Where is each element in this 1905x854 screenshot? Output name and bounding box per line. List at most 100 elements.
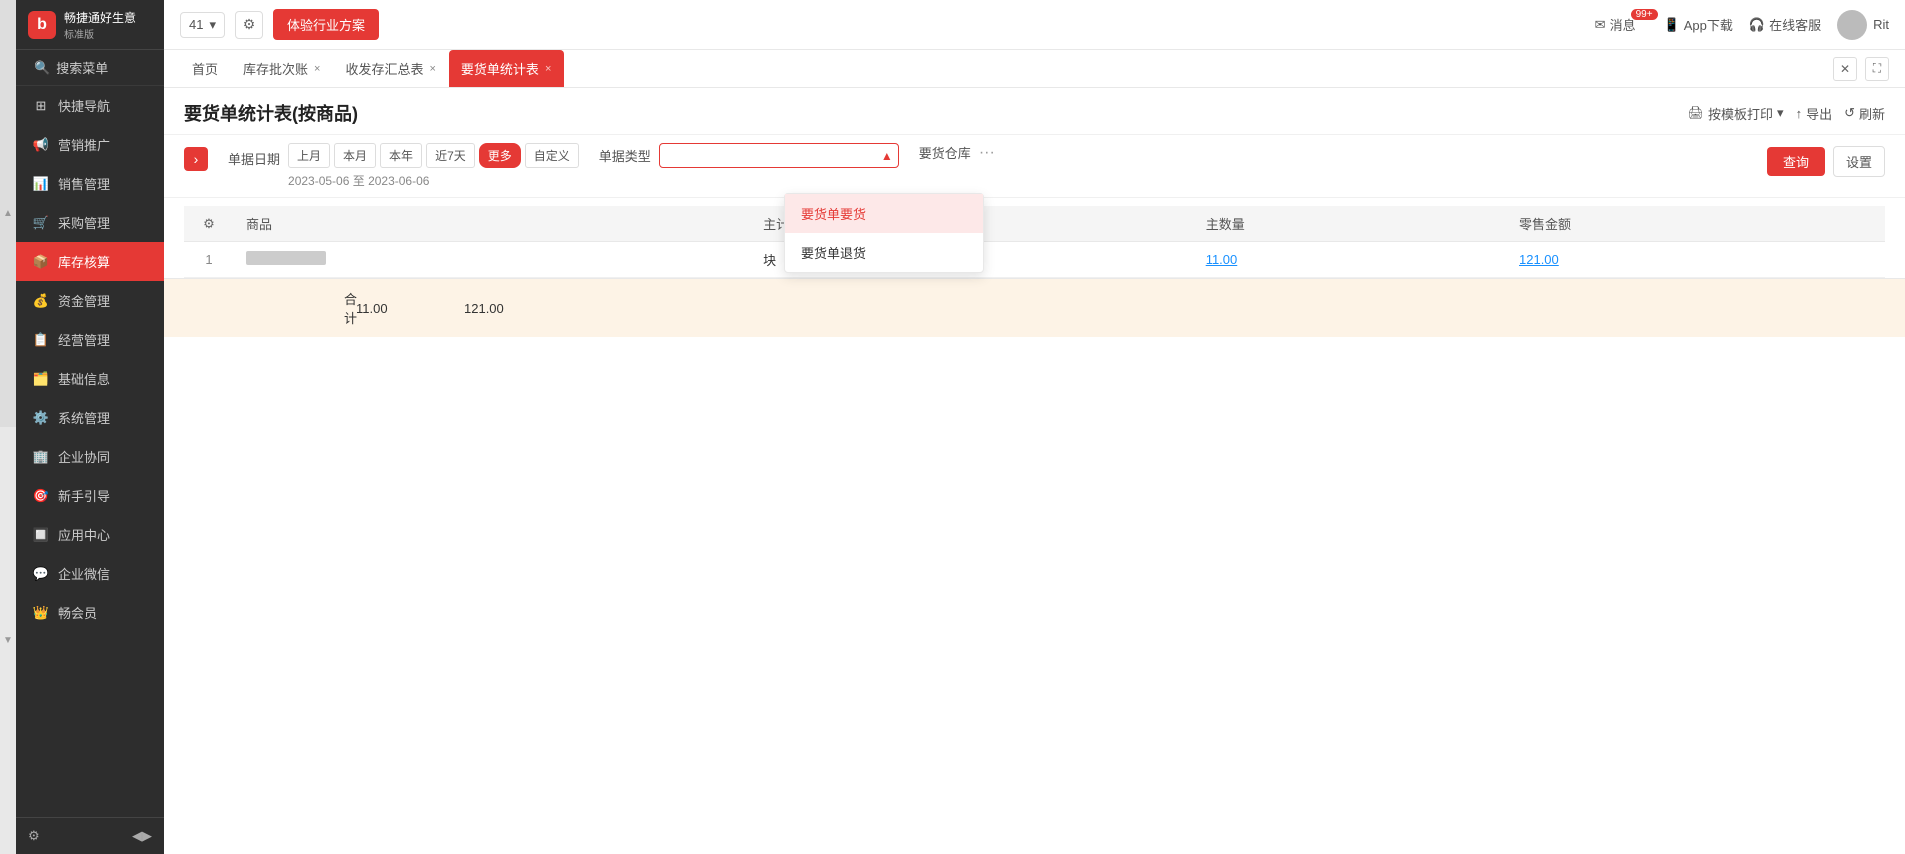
date-buttons: 上月 本月 本年 近7天 更多 自定义 bbox=[288, 143, 579, 168]
tab-inventory-batch-close[interactable]: × bbox=[314, 63, 320, 75]
print-chevron-icon: ▾ bbox=[1777, 105, 1784, 121]
type-filter-section: 单据类型 ▲ bbox=[599, 143, 899, 168]
topbar-settings-btn[interactable]: ⚙ bbox=[235, 11, 263, 39]
date-filter-label: 单据日期 bbox=[228, 149, 280, 168]
app-download-label: App下载 bbox=[1684, 15, 1733, 34]
amount-link[interactable]: 121.00 bbox=[1519, 252, 1559, 267]
sidebar-item-sales[interactable]: 📊 销售管理 bbox=[16, 164, 164, 203]
scroll-up-arrow[interactable]: ▲ bbox=[0, 0, 16, 427]
chevron-down-icon: ▾ bbox=[209, 17, 216, 33]
sidebar-collapse-icon[interactable]: ◀▶ bbox=[132, 828, 152, 844]
dropdown-item-label: 要货单要货 bbox=[801, 207, 866, 222]
query-btn[interactable]: 查询 bbox=[1767, 147, 1825, 176]
print-btn[interactable]: 🖨 按模板打印 ▾ bbox=[1688, 104, 1784, 123]
date-btn-last-month[interactable]: 上月 bbox=[288, 143, 330, 168]
export-icon: ↑ bbox=[1796, 106, 1803, 121]
company-selector[interactable]: 41 ▾ bbox=[180, 12, 225, 38]
sidebar-item-inventory[interactable]: 📦 库存核算 bbox=[16, 242, 164, 281]
dropdown-item-requisition-order[interactable]: 要货单要货 bbox=[785, 194, 983, 233]
table-container: ⚙ 商品 主计量单位 主数量 零售金额 1 块 bbox=[164, 206, 1905, 278]
industry-plan-btn[interactable]: 体验行业方案 bbox=[273, 9, 379, 40]
tab-expand-btn[interactable]: ⛶ bbox=[1865, 57, 1889, 81]
date-btn-this-year[interactable]: 本年 bbox=[380, 143, 422, 168]
sidebar-item-label: 企业微信 bbox=[58, 564, 110, 583]
tab-home[interactable]: 首页 bbox=[180, 50, 231, 87]
refresh-icon: ↺ bbox=[1844, 105, 1855, 121]
finance-icon: 💰 bbox=[32, 292, 50, 310]
messages-btn[interactable]: ✉ 消息 99+ bbox=[1595, 15, 1648, 34]
sidebar: b 畅捷通好生意 标准版 🔍 搜索菜单 ⊞ 快捷导航 📢 营销推广 📊 销售管理… bbox=[16, 0, 164, 854]
footer-label: 合计 bbox=[184, 289, 344, 327]
type-dropdown: 要货单要货 要货单退货 bbox=[784, 193, 984, 273]
sidebar-item-apps[interactable]: 🔲 应用中心 bbox=[16, 515, 164, 554]
tab-receivable-summary-close[interactable]: × bbox=[429, 63, 435, 75]
sidebar-item-system[interactable]: ⚙️ 系统管理 bbox=[16, 398, 164, 437]
main-area: 41 ▾ ⚙ 体验行业方案 ✉ 消息 99+ 📱 App下载 🎧 在线客服 bbox=[164, 0, 1905, 854]
tab-requisition-stats-close[interactable]: × bbox=[545, 63, 551, 75]
app-download-btn[interactable]: 📱 App下载 bbox=[1664, 15, 1733, 34]
wechat-icon: 💬 bbox=[32, 565, 50, 583]
avatar bbox=[1837, 10, 1867, 40]
warehouse-more-icon[interactable]: ··· bbox=[979, 144, 995, 162]
date-btn-this-month[interactable]: 本月 bbox=[334, 143, 376, 168]
tabs-bar: 首页 库存批次账 × 收发存汇总表 × 要货单统计表 × ✕ ⛶ bbox=[164, 50, 1905, 88]
tab-inventory-batch[interactable]: 库存批次账 × bbox=[231, 50, 333, 87]
sidebar-item-purchase[interactable]: 🛒 采购管理 bbox=[16, 203, 164, 242]
tab-close-all-btn[interactable]: ✕ bbox=[1833, 57, 1857, 81]
tab-receivable-summary[interactable]: 收发存汇总表 × bbox=[333, 50, 448, 87]
sidebar-item-enterprise[interactable]: 🏢 企业协同 bbox=[16, 437, 164, 476]
sidebar-item-wechat[interactable]: 💬 企业微信 bbox=[16, 554, 164, 593]
online-service-btn[interactable]: 🎧 在线客服 bbox=[1749, 15, 1821, 34]
col-header-settings[interactable]: ⚙ bbox=[184, 206, 234, 242]
user-avatar-btn[interactable]: Rit bbox=[1837, 10, 1889, 40]
refresh-btn[interactable]: ↺ 刷新 bbox=[1844, 104, 1885, 123]
export-btn[interactable]: ↑ 导出 bbox=[1796, 104, 1833, 123]
date-btn-7days[interactable]: 近7天 bbox=[426, 143, 475, 168]
filter-actions: 查询 设置 bbox=[1767, 146, 1885, 177]
search-menu[interactable]: 🔍 搜索菜单 bbox=[16, 50, 164, 86]
warehouse-filter-section: 要货仓库 ··· bbox=[919, 143, 995, 162]
app-sub: 标准版 bbox=[64, 26, 136, 41]
scroll-down-arrow[interactable]: ▼ bbox=[0, 427, 16, 854]
sidebar-item-member[interactable]: 👑 畅会员 bbox=[16, 593, 164, 632]
sidebar-item-finance[interactable]: 💰 资金管理 bbox=[16, 281, 164, 320]
sidebar-logo: b 畅捷通好生意 标准版 bbox=[16, 0, 164, 50]
dropdown-item-requisition-return[interactable]: 要货单退货 bbox=[785, 233, 983, 272]
sidebar-item-marketing[interactable]: 📢 营销推广 bbox=[16, 125, 164, 164]
gear-icon: ⚙ bbox=[243, 16, 256, 33]
sidebar-item-label: 快捷导航 bbox=[58, 96, 110, 115]
date-btn-more[interactable]: 更多 bbox=[479, 143, 521, 168]
filter-expand-btn[interactable]: › bbox=[184, 147, 208, 171]
date-btn-custom[interactable]: 自定义 bbox=[525, 143, 579, 168]
filter-settings-btn[interactable]: 设置 bbox=[1833, 146, 1885, 177]
sidebar-item-label: 营销推广 bbox=[58, 135, 110, 154]
enterprise-icon: 🏢 bbox=[32, 448, 50, 466]
purchase-icon: 🛒 bbox=[32, 214, 50, 232]
quantity-link[interactable]: 11.00 bbox=[1206, 252, 1238, 267]
product-name-blurred bbox=[246, 251, 326, 265]
tabs-actions: ✕ ⛶ bbox=[1833, 57, 1889, 81]
col-header-product: 商品 bbox=[234, 206, 751, 242]
sidebar-item-guide[interactable]: 🎯 新手引导 bbox=[16, 476, 164, 515]
dropdown-item-label: 要货单退货 bbox=[801, 246, 866, 261]
type-input-chevron-icon[interactable]: ▲ bbox=[881, 149, 893, 163]
date-range-display: 2023-05-06 至 2023-06-06 bbox=[288, 172, 579, 189]
sidebar-item-base[interactable]: 🗂️ 基础信息 bbox=[16, 359, 164, 398]
cell-quantity: 11.00 bbox=[1194, 242, 1507, 278]
sidebar-item-quick-nav[interactable]: ⊞ 快捷导航 bbox=[16, 86, 164, 125]
filter-bar: › 单据日期 上月 本月 本年 近7天 更多 自定义 2023-05-06 至 … bbox=[164, 134, 1905, 198]
type-input-field[interactable] bbox=[659, 143, 899, 168]
warehouse-filter-label: 要货仓库 bbox=[919, 143, 971, 162]
table-row: 1 块 11.00 121.00 bbox=[184, 242, 1885, 278]
sidebar-settings-icon[interactable]: ⚙ bbox=[28, 828, 40, 844]
cell-amount: 121.00 bbox=[1507, 242, 1885, 278]
col-header-amount: 零售金额 bbox=[1507, 206, 1885, 242]
sidebar-item-label: 企业协同 bbox=[58, 447, 110, 466]
tab-requisition-stats[interactable]: 要货单统计表 × bbox=[449, 50, 564, 87]
sidebar-item-label: 销售管理 bbox=[58, 174, 110, 193]
page-title: 要货单统计表(按商品) bbox=[184, 100, 358, 126]
col-header-quantity: 主数量 bbox=[1194, 206, 1507, 242]
sidebar-item-operation[interactable]: 📋 经营管理 bbox=[16, 320, 164, 359]
footer-amount: 121.00 bbox=[464, 301, 564, 316]
table-footer: 合计 11.00 121.00 bbox=[164, 278, 1905, 337]
